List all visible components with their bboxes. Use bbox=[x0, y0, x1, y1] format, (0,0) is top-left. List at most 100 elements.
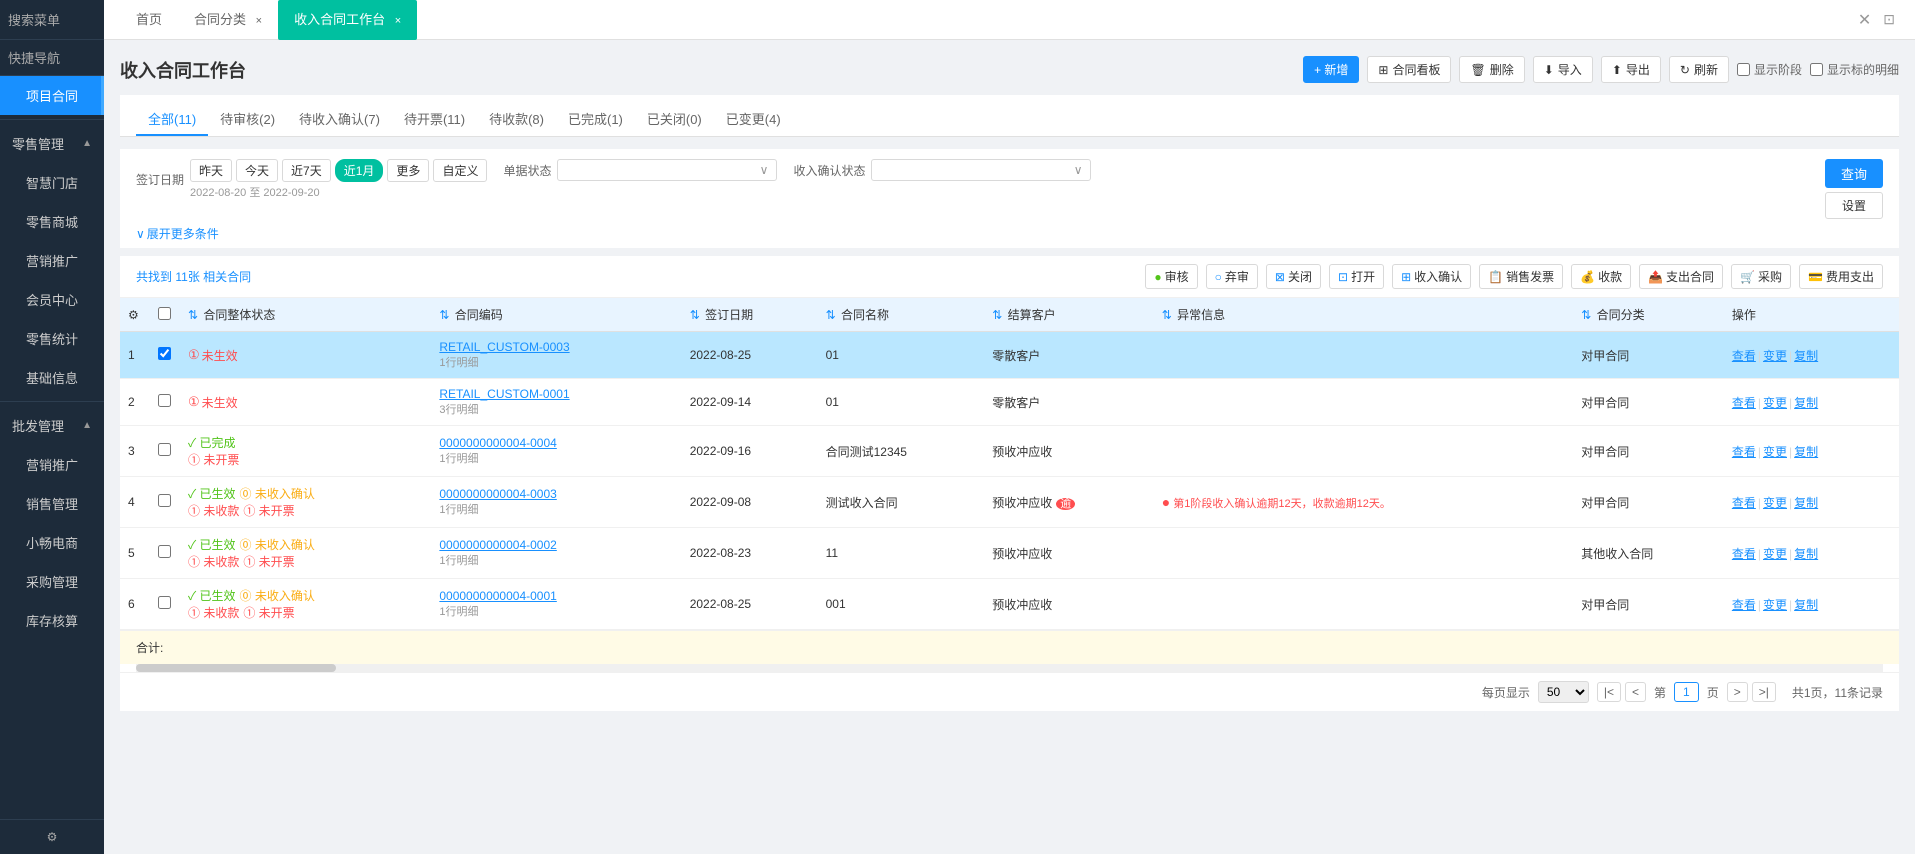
abandon-button[interactable]: ○ 弃审 bbox=[1206, 264, 1258, 289]
contract-code-link[interactable]: RETAIL_CUSTOM-0001 bbox=[439, 387, 569, 401]
view-link[interactable]: 查看 bbox=[1732, 496, 1756, 510]
filter-tab-pending-audit[interactable]: 待审核(2) bbox=[208, 103, 287, 136]
date-btn-last1month[interactable]: 近1月 bbox=[335, 159, 384, 182]
copy-link[interactable]: 复制 bbox=[1794, 396, 1818, 410]
filter-tab-pending-income[interactable]: 待收入确认(7) bbox=[287, 103, 392, 136]
show-details-input[interactable] bbox=[1810, 63, 1823, 76]
scrollbar-thumb[interactable] bbox=[136, 664, 336, 672]
filter-tab-closed[interactable]: 已关闭(0) bbox=[635, 103, 714, 136]
add-button[interactable]: + 新增 bbox=[1303, 56, 1359, 83]
sidebar-item-retail-mall[interactable]: 零售商城 bbox=[0, 202, 104, 241]
row-checkbox[interactable] bbox=[158, 394, 171, 407]
page-size-select[interactable]: 50 100 200 bbox=[1538, 681, 1589, 703]
show-fields-input[interactable] bbox=[1737, 63, 1750, 76]
sidebar-search[interactable]: 搜索菜单 bbox=[0, 0, 104, 40]
cell-checkbox[interactable] bbox=[150, 579, 180, 630]
contract-code-link[interactable]: 0000000000004-0002 bbox=[439, 538, 556, 552]
window-resize-icon[interactable]: ⊡ bbox=[1879, 11, 1899, 28]
edit-link[interactable]: 变更 bbox=[1763, 598, 1787, 612]
view-link[interactable]: 查看 bbox=[1732, 445, 1756, 459]
row-checkbox[interactable] bbox=[158, 443, 171, 456]
page-next-button[interactable]: > bbox=[1727, 682, 1748, 702]
contract-code-link[interactable]: 0000000000004-0003 bbox=[439, 487, 556, 501]
copy-link[interactable]: 复制 bbox=[1794, 349, 1818, 363]
sales-invoice-button[interactable]: 📋 销售发票 bbox=[1479, 264, 1563, 289]
filter-tab-pending-invoice[interactable]: 待开票(11) bbox=[392, 103, 477, 136]
row-checkbox[interactable] bbox=[158, 545, 171, 558]
contract-code-link[interactable]: 0000000000004-0001 bbox=[439, 589, 556, 603]
cell-checkbox[interactable] bbox=[150, 528, 180, 579]
sidebar-item-wholesale[interactable]: 批发管理 ▲ bbox=[0, 406, 104, 445]
show-details-checkbox[interactable]: 显示标的明细 bbox=[1810, 61, 1899, 78]
sidebar-item-sales[interactable]: 销售管理 bbox=[0, 484, 104, 523]
date-btn-custom[interactable]: 自定义 bbox=[433, 159, 487, 182]
date-btn-last7[interactable]: 近7天 bbox=[282, 159, 331, 182]
audit-button[interactable]: ● 审核 bbox=[1145, 264, 1197, 289]
export-button[interactable]: ⬆ 导出 bbox=[1601, 56, 1661, 83]
filter-tab-done[interactable]: 已完成(1) bbox=[556, 103, 635, 136]
view-link[interactable]: 查看 bbox=[1732, 598, 1756, 612]
contract-code-link[interactable]: RETAIL_CUSTOM-0003 bbox=[439, 340, 569, 354]
th-settings[interactable]: ⚙ bbox=[120, 298, 150, 332]
copy-link[interactable]: 复制 bbox=[1794, 547, 1818, 561]
cell-checkbox[interactable] bbox=[150, 379, 180, 426]
sidebar-item-smart-store[interactable]: 智慧门店 bbox=[0, 163, 104, 202]
purchase-button[interactable]: 🛒 采购 bbox=[1731, 264, 1791, 289]
cell-checkbox[interactable] bbox=[150, 332, 180, 379]
sidebar-item-project[interactable]: 项目合同 bbox=[0, 76, 104, 115]
row-checkbox[interactable] bbox=[158, 494, 171, 507]
edit-link[interactable]: 变更 bbox=[1763, 396, 1787, 410]
copy-link[interactable]: 复制 bbox=[1794, 598, 1818, 612]
tab-close-contract-cat[interactable]: × bbox=[256, 15, 262, 27]
view-link[interactable]: 查看 bbox=[1732, 349, 1756, 363]
print-button[interactable]: ⊡ 打开 bbox=[1329, 264, 1384, 289]
date-btn-yesterday[interactable]: 昨天 bbox=[190, 159, 232, 182]
cell-checkbox[interactable] bbox=[150, 477, 180, 528]
sidebar-settings[interactable]: ⚙ bbox=[0, 819, 104, 854]
contract-code-link[interactable]: 0000000000004-0004 bbox=[439, 436, 556, 450]
set-button[interactable]: 设置 bbox=[1825, 192, 1883, 219]
edit-link[interactable]: 变更 bbox=[1763, 496, 1787, 510]
date-btn-more[interactable]: 更多 bbox=[387, 159, 429, 182]
page-prev-button[interactable]: < bbox=[1625, 682, 1646, 702]
sidebar-item-retail[interactable]: 零售管理 ▲ bbox=[0, 124, 104, 163]
select-all-checkbox[interactable] bbox=[158, 307, 171, 320]
collect-button[interactable]: 💰 收款 bbox=[1571, 264, 1631, 289]
row-checkbox[interactable] bbox=[158, 347, 171, 360]
row-checkbox[interactable] bbox=[158, 596, 171, 609]
filter-tab-all[interactable]: 全部(11) bbox=[136, 103, 208, 136]
sidebar-item-inventory[interactable]: 库存核算 bbox=[0, 601, 104, 640]
filter-tab-pending-collect[interactable]: 待收款(8) bbox=[477, 103, 556, 136]
window-close-icon[interactable]: ✕ bbox=[1850, 10, 1879, 30]
income-confirm-select[interactable]: ∨ bbox=[871, 159, 1091, 181]
refresh-button[interactable]: ↻ 刷新 bbox=[1669, 56, 1729, 83]
sidebar-item-xiaochang[interactable]: 小畅电商 bbox=[0, 523, 104, 562]
board-button[interactable]: ⊞ 合同看板 bbox=[1367, 56, 1451, 83]
tab-income-workbench[interactable]: 收入合同工作台 × bbox=[278, 0, 417, 40]
close-button[interactable]: ⊠ 关闭 bbox=[1266, 264, 1321, 289]
page-last-button[interactable]: >| bbox=[1752, 682, 1776, 702]
edit-link[interactable]: 变更 bbox=[1763, 547, 1787, 561]
sidebar-nav[interactable]: 快捷导航 bbox=[0, 40, 104, 76]
edit-link[interactable]: 变更 bbox=[1763, 445, 1787, 459]
cell-checkbox[interactable] bbox=[150, 426, 180, 477]
import-button[interactable]: ⬇ 导入 bbox=[1533, 56, 1593, 83]
tab-close-income-workbench[interactable]: × bbox=[395, 15, 401, 27]
tab-home[interactable]: 首页 bbox=[120, 0, 178, 40]
date-btn-today[interactable]: 今天 bbox=[236, 159, 278, 182]
sidebar-item-member[interactable]: 会员中心 bbox=[0, 280, 104, 319]
tab-contract-cat[interactable]: 合同分类 × bbox=[178, 0, 278, 40]
view-link[interactable]: 查看 bbox=[1732, 547, 1756, 561]
income-confirm-button[interactable]: ⊞ 收入确认 bbox=[1392, 264, 1471, 289]
sidebar-item-marketing[interactable]: 营销推广 bbox=[0, 241, 104, 280]
copy-link[interactable]: 复制 bbox=[1794, 496, 1818, 510]
doc-status-select[interactable]: ∨ bbox=[557, 159, 777, 181]
copy-link[interactable]: 复制 bbox=[1794, 445, 1818, 459]
edit-link[interactable]: 变更 bbox=[1763, 349, 1787, 363]
cost-out-button[interactable]: 💳 费用支出 bbox=[1799, 264, 1883, 289]
delete-button[interactable]: 🗑 删除 bbox=[1459, 56, 1524, 83]
query-button[interactable]: 查询 bbox=[1825, 159, 1883, 188]
sidebar-item-marketing2[interactable]: 营销推广 bbox=[0, 445, 104, 484]
view-link[interactable]: 查看 bbox=[1732, 396, 1756, 410]
sidebar-item-stat[interactable]: 零售统计 bbox=[0, 319, 104, 358]
